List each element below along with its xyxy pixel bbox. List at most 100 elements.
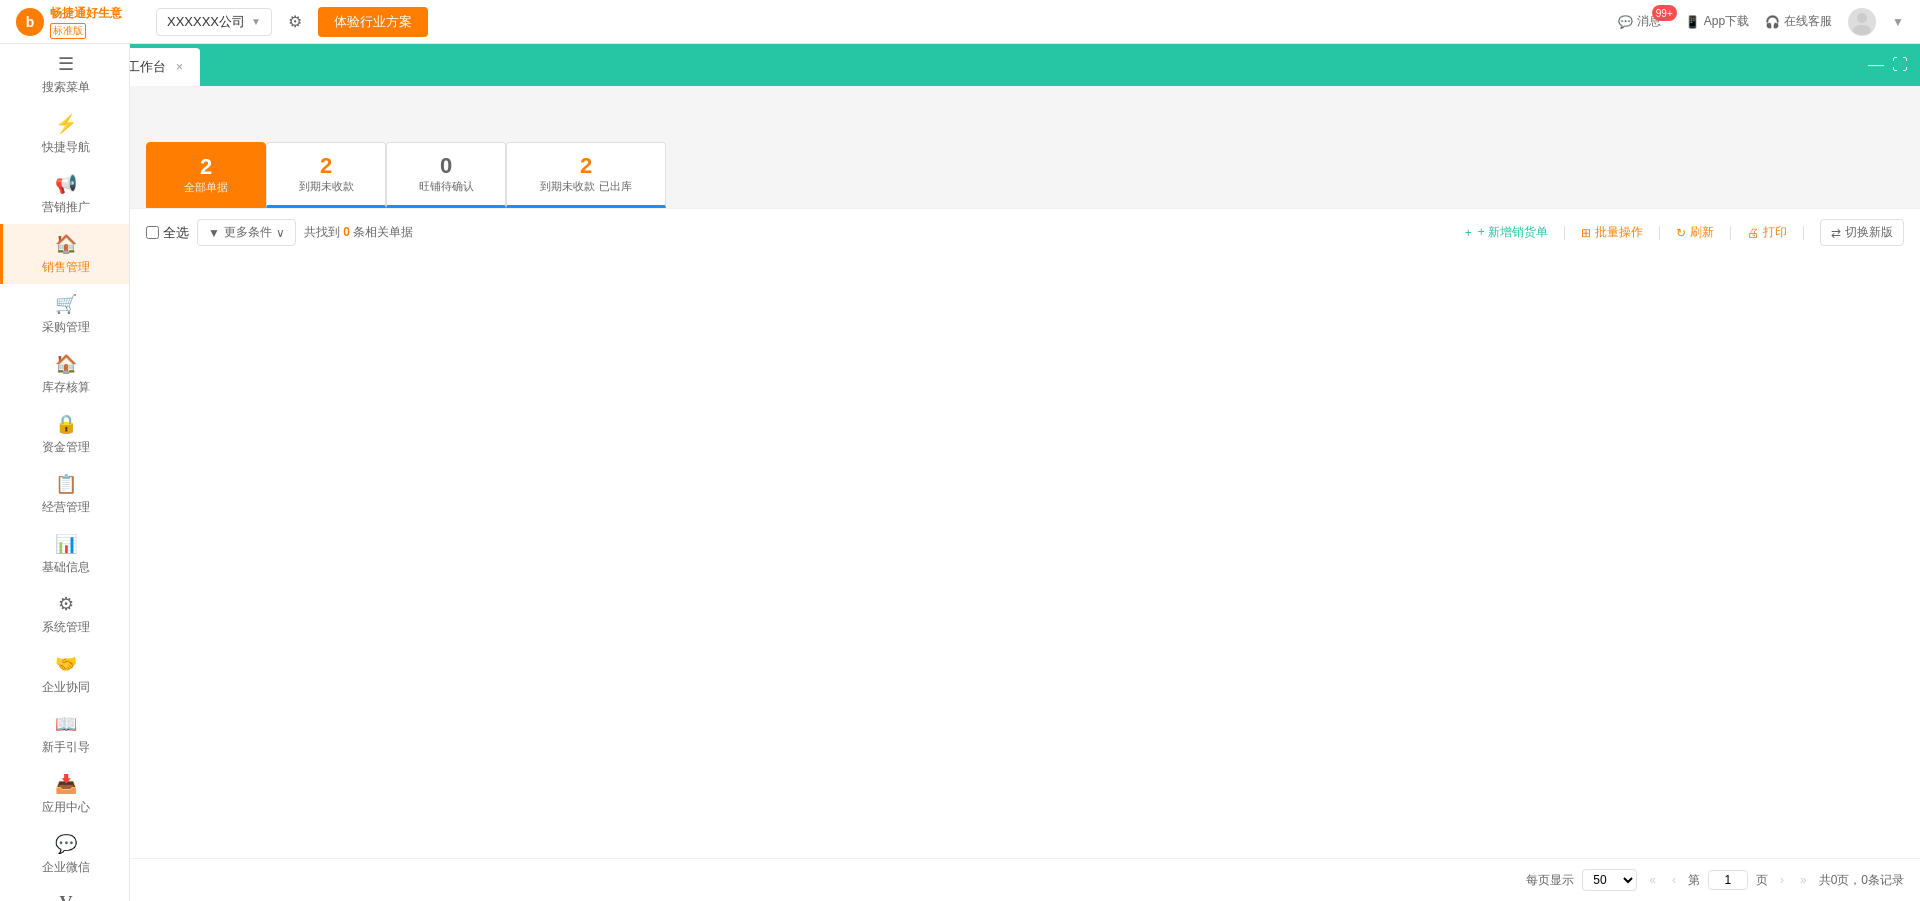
select-all-input[interactable] [146, 226, 159, 239]
username-label: ▼ [1892, 15, 1904, 29]
sidebar-item-purchase[interactable]: 🛒 采购管理 [0, 284, 129, 344]
sidebar-item-guide[interactable]: 📖 新手引导 [0, 704, 129, 764]
quick-nav-icon: ⚡ [55, 113, 77, 135]
sidebar-item-sales[interactable]: 🏠 销售管理 [0, 224, 129, 284]
inventory-icon: 🏠 [55, 353, 77, 375]
refresh-label: 刷新 [1690, 224, 1714, 241]
sidebar-item-label: 采购管理 [42, 319, 90, 336]
sidebar-item-label: 快捷导航 [42, 139, 90, 156]
minimize-icon[interactable]: — [1868, 56, 1884, 74]
work-tab-pending[interactable]: 0 旺铺待确认 [386, 142, 506, 208]
new-sale-button[interactable]: + + 新增销货单 [1465, 224, 1548, 241]
sidebar-item-search-menu[interactable]: ☰ 搜索菜单 [0, 44, 129, 104]
first-page-button[interactable]: « [1645, 871, 1660, 889]
maximize-icon[interactable]: ⛶ [1892, 56, 1908, 74]
settings-icon[interactable]: ⚙ [280, 7, 310, 37]
toolbar-divider-2 [1659, 226, 1660, 240]
print-icon: 🖨 [1747, 226, 1759, 240]
found-text: 共找到 0 条相关单据 [304, 224, 413, 241]
sales-icon: 🏠 [55, 233, 77, 255]
sidebar-item-marketing[interactable]: 📢 营销推广 [0, 164, 129, 224]
new-sale-label: + 新增销货单 [1478, 224, 1548, 241]
work-tab-count-overdue: 2 [320, 155, 332, 177]
app-download-label: App下载 [1704, 13, 1749, 30]
toolbar-divider-1 [1564, 226, 1565, 240]
filter-chevron-icon: ∨ [276, 226, 285, 240]
prev-page-button[interactable]: ‹ [1668, 871, 1680, 889]
top-header: b 畅捷通好生意 标准版 XXXXXX公司 ▼ ⚙ 体验行业方案 💬 消息 99… [0, 0, 1920, 44]
main-content: 2 全部单据 2 到期未收款 0 旺铺待确认 2 到期未收款 已出库 全选 ▼ … [130, 130, 1920, 895]
member-icon: V [60, 893, 73, 901]
sidebar-item-finance[interactable]: 🔒 资金管理 [0, 404, 129, 464]
company-selector[interactable]: XXXXXX公司 ▼ [156, 8, 272, 36]
work-tab-overdue[interactable]: 2 到期未收款 [266, 142, 386, 208]
purchase-icon: 🛒 [55, 293, 77, 315]
found-prefix: 共找到 [304, 225, 340, 239]
sidebar-item-operations[interactable]: 📋 经营管理 [0, 464, 129, 524]
sidebar-item-label: 销售管理 [42, 259, 90, 276]
app-download-icon: 📱 [1685, 15, 1700, 29]
print-button[interactable]: 🖨 打印 [1747, 224, 1787, 241]
logo-icon: b [16, 8, 44, 36]
sidebar-item-label: 搜索菜单 [42, 79, 90, 96]
search-menu-icon: ☰ [58, 53, 74, 75]
sidebar-item-enterprise[interactable]: 🤝 企业协同 [0, 644, 129, 704]
sidebar: ☰ 搜索菜单 ⚡ 快捷导航 📢 营销推广 🏠 销售管理 🛒 采购管理 🏠 库存核… [0, 44, 130, 901]
page-number-input[interactable] [1708, 870, 1748, 890]
header-right: 💬 消息 99+ 📱 App下载 🎧 在线客服 ▼ [1618, 8, 1904, 36]
page-size-label: 每页显示 [1526, 872, 1574, 889]
work-tab-count-pending: 0 [440, 155, 452, 177]
sidebar-item-label: 库存核算 [42, 379, 90, 396]
sidebar-item-system[interactable]: ⚙ 系统管理 [0, 584, 129, 644]
refresh-button[interactable]: ↻ 刷新 [1676, 224, 1714, 241]
operations-icon: 📋 [55, 473, 77, 495]
online-service-action[interactable]: 🎧 在线客服 [1765, 13, 1832, 30]
total-info: 共0页，0条记录 [1819, 872, 1904, 889]
toolbar: 全选 ▼ 更多条件 ∨ 共找到 0 条相关单据 + + 新增销货单 ⊞ 批量操作… [130, 208, 1920, 256]
filter-icon: ▼ [208, 226, 220, 240]
sidebar-item-label: 企业微信 [42, 859, 90, 876]
wechat-icon: 💬 [55, 833, 77, 855]
sidebar-item-label: 营销推广 [42, 199, 90, 216]
refresh-icon: ↻ [1676, 226, 1686, 240]
enterprise-icon: 🤝 [55, 653, 77, 675]
user-avatar[interactable] [1848, 8, 1876, 36]
sidebar-item-label: 经营管理 [42, 499, 90, 516]
switch-version-button[interactable]: ⇄ 切换新版 [1820, 219, 1904, 246]
more-filters-button[interactable]: ▼ 更多条件 ∨ [197, 219, 296, 246]
work-tab-count-overdue-shipped: 2 [580, 155, 592, 177]
app-download-action[interactable]: 📱 App下载 [1685, 13, 1749, 30]
pagination-footer: 每页显示 50 20 100 « ‹ 第 页 › » 共0页，0条记录 [130, 858, 1920, 901]
last-page-button[interactable]: » [1796, 871, 1811, 889]
finance-icon: 🔒 [55, 413, 77, 435]
found-count: 0 [343, 225, 350, 239]
sidebar-item-quick-nav[interactable]: ⚡ 快捷导航 [0, 104, 129, 164]
page-end-label: 页 [1756, 872, 1768, 889]
work-tab-overdue-shipped[interactable]: 2 到期未收款 已出库 [506, 142, 666, 208]
toolbar-divider-4 [1803, 226, 1804, 240]
work-tab-count-all: 2 [200, 156, 212, 178]
try-industry-button[interactable]: 体验行业方案 [318, 7, 428, 37]
logo-area: b 畅捷通好生意 标准版 [16, 5, 146, 39]
sidebar-item-wechat[interactable]: 💬 企业微信 [0, 824, 129, 884]
guide-icon: 📖 [55, 713, 77, 735]
select-all-checkbox[interactable]: 全选 [146, 224, 189, 242]
svg-point-0 [1857, 13, 1867, 23]
message-badge: 99+ [1652, 5, 1677, 21]
sidebar-item-inventory[interactable]: 🏠 库存核算 [0, 344, 129, 404]
work-tab-label-pending: 旺铺待确认 [419, 179, 474, 194]
chevron-down-icon: ▼ [251, 16, 261, 27]
batch-label: 批量操作 [1595, 224, 1643, 241]
sidebar-item-app-center[interactable]: 📥 应用中心 [0, 764, 129, 824]
sidebar-item-label: 系统管理 [42, 619, 90, 636]
work-tab-all[interactable]: 2 全部单据 [146, 142, 266, 208]
close-tab-icon[interactable]: × [176, 60, 183, 74]
next-page-button[interactable]: › [1776, 871, 1788, 889]
sidebar-item-member[interactable]: V 畅会员 [0, 884, 129, 901]
found-suffix: 条相关单据 [353, 225, 413, 239]
batch-ops-button[interactable]: ⊞ 批量操作 [1581, 224, 1643, 241]
plus-icon: + [1465, 226, 1472, 240]
sidebar-item-basic-info[interactable]: 📊 基础信息 [0, 524, 129, 584]
message-action[interactable]: 💬 消息 99+ [1618, 13, 1669, 30]
page-size-select[interactable]: 50 20 100 [1582, 869, 1637, 891]
